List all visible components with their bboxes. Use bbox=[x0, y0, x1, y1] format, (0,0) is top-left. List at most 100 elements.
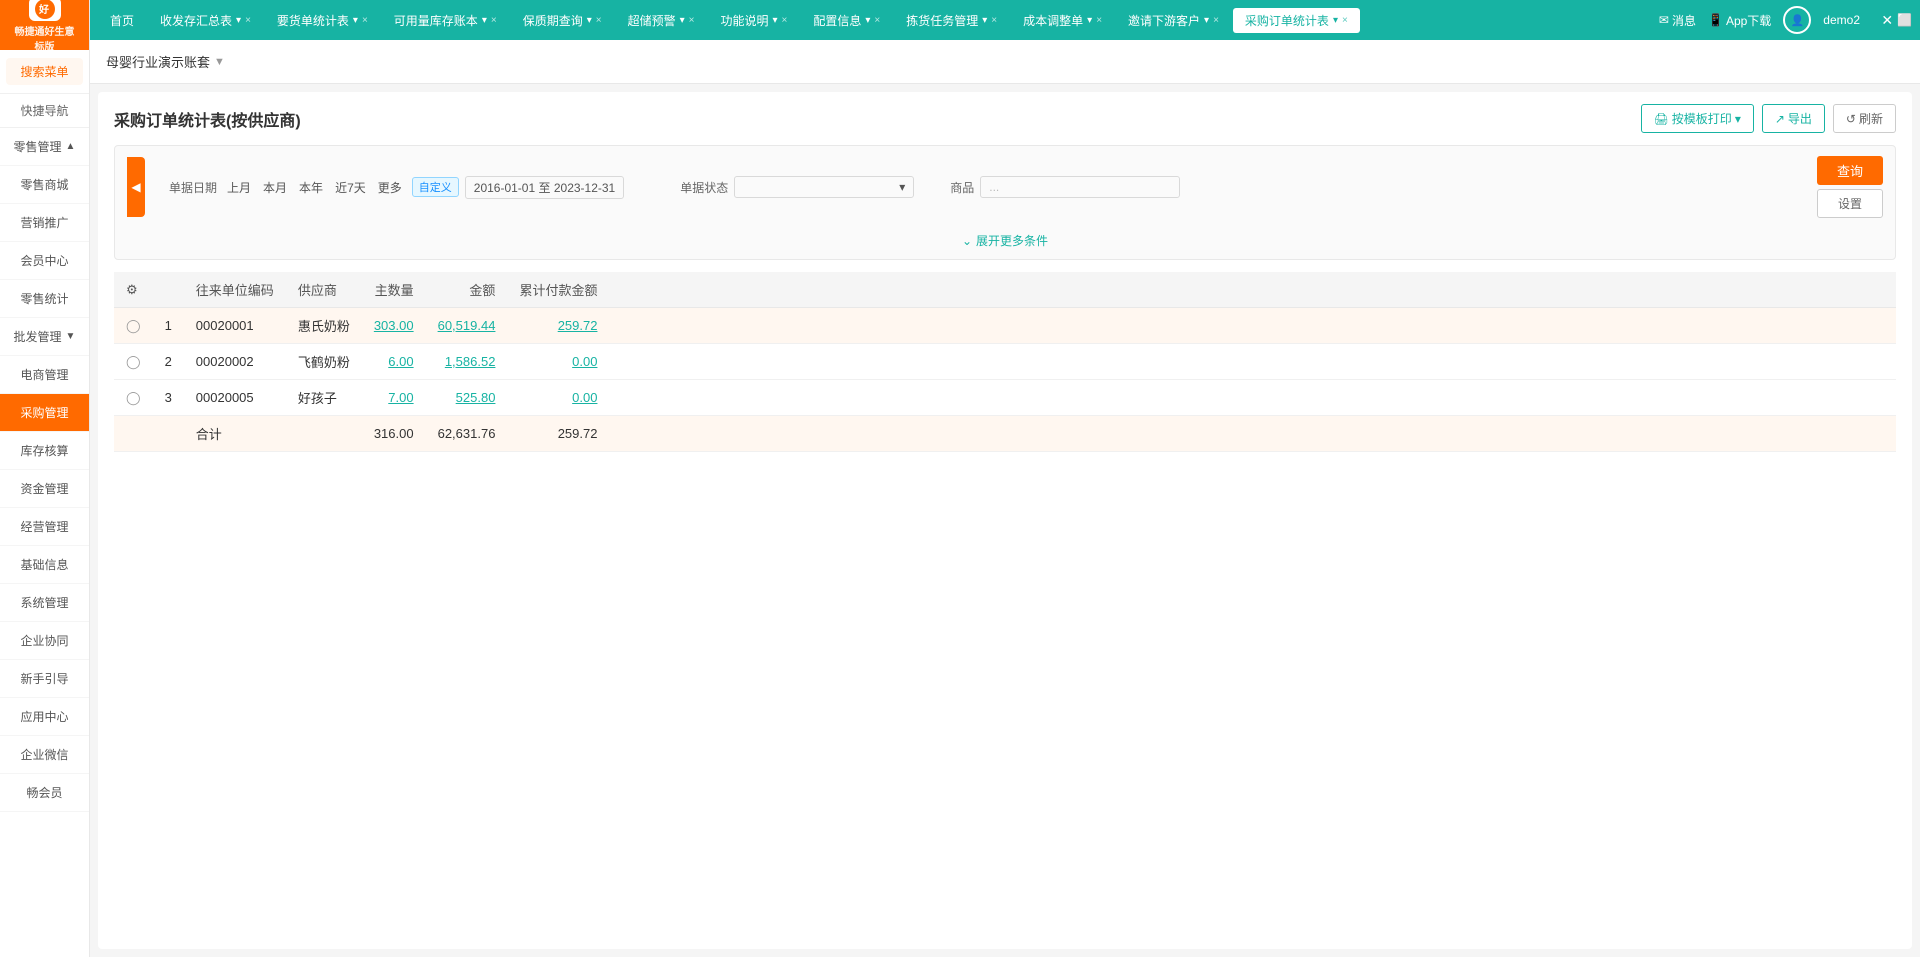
tab-overstock[interactable]: 超储预警 ▾ × bbox=[616, 8, 707, 33]
sidebar-item-retail-shop[interactable]: 零售商城 bbox=[0, 166, 89, 204]
chevron-icon: ▾ bbox=[482, 15, 487, 26]
collapse-button[interactable]: ◀ bbox=[127, 157, 145, 217]
sidebar-item-newbie[interactable]: 新手引导 bbox=[0, 660, 89, 698]
print-button[interactable]: 🖨 按模板打印 ▾ bbox=[1641, 104, 1754, 133]
phone-icon: 📱 bbox=[1708, 13, 1723, 27]
row-paid[interactable]: 0.00 bbox=[507, 344, 609, 380]
th-gear[interactable]: ⚙ bbox=[114, 272, 153, 308]
row-amount[interactable]: 60,519.44 bbox=[426, 308, 508, 344]
tab-close-icon[interactable]: × bbox=[874, 15, 880, 26]
tab-close-icon[interactable]: × bbox=[245, 15, 251, 26]
tab-cost-adj[interactable]: 成本调整单 ▾ × bbox=[1011, 8, 1114, 33]
shortcut-7days[interactable]: 近7天 bbox=[331, 177, 370, 198]
expand-more-button[interactable]: ⌄ 展开更多条件 bbox=[962, 232, 1048, 249]
tab-pick-task[interactable]: 拣货任务管理 ▾ × bbox=[894, 8, 1009, 33]
sidebar-item-purchase[interactable]: 采购管理 bbox=[0, 394, 89, 432]
row-gear[interactable]: ◯ bbox=[114, 344, 153, 380]
status-select[interactable]: ▾ bbox=[734, 176, 914, 198]
filter-area: ◀ 单据日期 上月 本月 本年 近7天 更多 自定义 2016-01-01 bbox=[114, 145, 1896, 260]
tab-close-icon[interactable]: × bbox=[596, 15, 602, 26]
message-button[interactable]: ✉ 消息 bbox=[1659, 12, 1696, 29]
row-gear[interactable]: ◯ bbox=[114, 380, 153, 416]
goods-placeholder: ... bbox=[989, 180, 999, 194]
date-from: 2016-01-01 bbox=[474, 181, 535, 195]
sidebar-item-business[interactable]: 经营管理 bbox=[0, 508, 89, 546]
tab-label: 采购订单统计表 bbox=[1245, 12, 1329, 29]
tab-func-desc[interactable]: 功能说明 ▾ × bbox=[708, 8, 799, 33]
sidebar-item-retail-mgmt[interactable]: 零售管理 ▲ bbox=[0, 128, 89, 166]
username-label[interactable]: demo2 bbox=[1823, 13, 1860, 27]
sidebar-item-app-center[interactable]: 应用中心 bbox=[0, 698, 89, 736]
tab-close-icon[interactable]: × bbox=[1213, 15, 1219, 26]
tab-invite-downstream[interactable]: 邀请下游客户 ▾ × bbox=[1116, 8, 1231, 33]
sidebar-item-member[interactable]: 会员中心 bbox=[0, 242, 89, 280]
tab-requisition[interactable]: 要货单统计表 ▾ × bbox=[265, 8, 380, 33]
refresh-icon: ↺ bbox=[1846, 112, 1856, 126]
goods-input[interactable]: ... bbox=[980, 176, 1180, 198]
sidebar-item-vip[interactable]: 畅会员 bbox=[0, 774, 89, 812]
sidebar-item-inventory[interactable]: 库存核算 bbox=[0, 432, 89, 470]
shortcut-this-month[interactable]: 本月 bbox=[259, 177, 291, 198]
row-paid[interactable]: 0.00 bbox=[507, 380, 609, 416]
sidebar-search[interactable]: 搜索菜单 bbox=[0, 50, 89, 94]
date-filter: 单据日期 上月 本月 本年 近7天 更多 自定义 2016-01-01 至 bbox=[169, 176, 624, 199]
user-avatar[interactable]: 👤 bbox=[1783, 6, 1811, 34]
tab-close-icon[interactable]: × bbox=[782, 15, 788, 26]
tab-purchase-stat[interactable]: 采购订单统计表 ▾ × bbox=[1233, 8, 1360, 33]
th-paid: 累计付款金额 bbox=[507, 272, 609, 308]
sidebar-item-basic[interactable]: 基础信息 bbox=[0, 546, 89, 584]
tab-close-icon[interactable]: × bbox=[689, 15, 695, 26]
tab-config[interactable]: 配置信息 ▾ × bbox=[801, 8, 892, 33]
maximize-window-icon[interactable]: ⬜ bbox=[1897, 13, 1912, 27]
search-menu-button[interactable]: 搜索菜单 bbox=[6, 58, 83, 85]
account-selector[interactable]: 母婴行业演示账套 ▼ bbox=[106, 52, 225, 71]
sidebar-item-label: 系统管理 bbox=[20, 594, 68, 611]
sidebar-item-label: 营销推广 bbox=[20, 214, 68, 231]
sidebar-item-wechat[interactable]: 企业微信 bbox=[0, 736, 89, 774]
tab-expiry[interactable]: 保质期查询 ▾ × bbox=[511, 8, 614, 33]
expand-label: 展开更多条件 bbox=[976, 232, 1048, 249]
sidebar-item-system[interactable]: 系统管理 bbox=[0, 584, 89, 622]
sidebar-item-retail-stat[interactable]: 零售统计 bbox=[0, 280, 89, 318]
sidebar-item-ecommerce[interactable]: 电商管理 bbox=[0, 356, 89, 394]
row-amount[interactable]: 525.80 bbox=[426, 380, 508, 416]
tab-available-stock[interactable]: 可用量库存账本 ▾ × bbox=[382, 8, 509, 33]
sidebar-item-enterprise[interactable]: 企业协同 bbox=[0, 622, 89, 660]
row-amount[interactable]: 1,586.52 bbox=[426, 344, 508, 380]
status-filter: 单据状态 ▾ bbox=[680, 176, 914, 198]
sidebar-item-label: 企业微信 bbox=[20, 746, 68, 763]
shortcut-more[interactable]: 更多 bbox=[374, 177, 406, 198]
app-download-button[interactable]: 📱 App下载 bbox=[1708, 12, 1771, 29]
tab-close-icon[interactable]: × bbox=[491, 15, 497, 26]
tab-close-icon[interactable]: × bbox=[1342, 15, 1348, 26]
row-qty[interactable]: 303.00 bbox=[362, 308, 426, 344]
row-index: 1 bbox=[153, 308, 184, 344]
sidebar-item-label: 企业协同 bbox=[20, 632, 68, 649]
close-window-icon[interactable]: ✕ bbox=[1881, 12, 1893, 29]
tab-close-icon[interactable]: × bbox=[1096, 15, 1102, 26]
query-button[interactable]: 查询 bbox=[1817, 156, 1883, 185]
export-button[interactable]: ↗ 导出 bbox=[1762, 104, 1825, 133]
date-label: 单据日期 bbox=[169, 179, 217, 196]
row-qty[interactable]: 7.00 bbox=[362, 380, 426, 416]
sidebar: 好 畅捷通好生意 标版 搜索菜单 快捷导航 零售管理 ▲ 零售商城 营销推广 会… bbox=[0, 0, 90, 957]
sidebar-item-label: 电商管理 bbox=[20, 366, 68, 383]
sidebar-item-capital[interactable]: 资金管理 bbox=[0, 470, 89, 508]
quick-nav[interactable]: 快捷导航 bbox=[0, 94, 89, 128]
tab-close-icon[interactable]: × bbox=[362, 15, 368, 26]
tab-home[interactable]: 首页 bbox=[98, 8, 146, 33]
shortcut-last-month[interactable]: 上月 bbox=[223, 177, 255, 198]
row-paid[interactable]: 259.72 bbox=[507, 308, 609, 344]
tab-close-icon[interactable]: × bbox=[991, 15, 997, 26]
row-gear[interactable]: ◯ bbox=[114, 308, 153, 344]
refresh-button[interactable]: ↺ 刷新 bbox=[1833, 104, 1896, 133]
sidebar-item-marketing[interactable]: 营销推广 bbox=[0, 204, 89, 242]
goods-label: 商品 bbox=[950, 179, 974, 196]
date-range-input[interactable]: 2016-01-01 至 2023-12-31 bbox=[465, 176, 624, 199]
data-table: ⚙ 往来单位编码 供应商 主数量 金额 累计付款金额 ◯ 1 00020001 … bbox=[114, 272, 1896, 452]
setting-button[interactable]: 设置 bbox=[1817, 189, 1883, 218]
shortcut-this-year[interactable]: 本年 bbox=[295, 177, 327, 198]
row-qty[interactable]: 6.00 bbox=[362, 344, 426, 380]
sidebar-item-wholesale[interactable]: 批发管理 ▼ bbox=[0, 318, 89, 356]
tab-receivable[interactable]: 收发存汇总表 ▾ × bbox=[148, 8, 263, 33]
